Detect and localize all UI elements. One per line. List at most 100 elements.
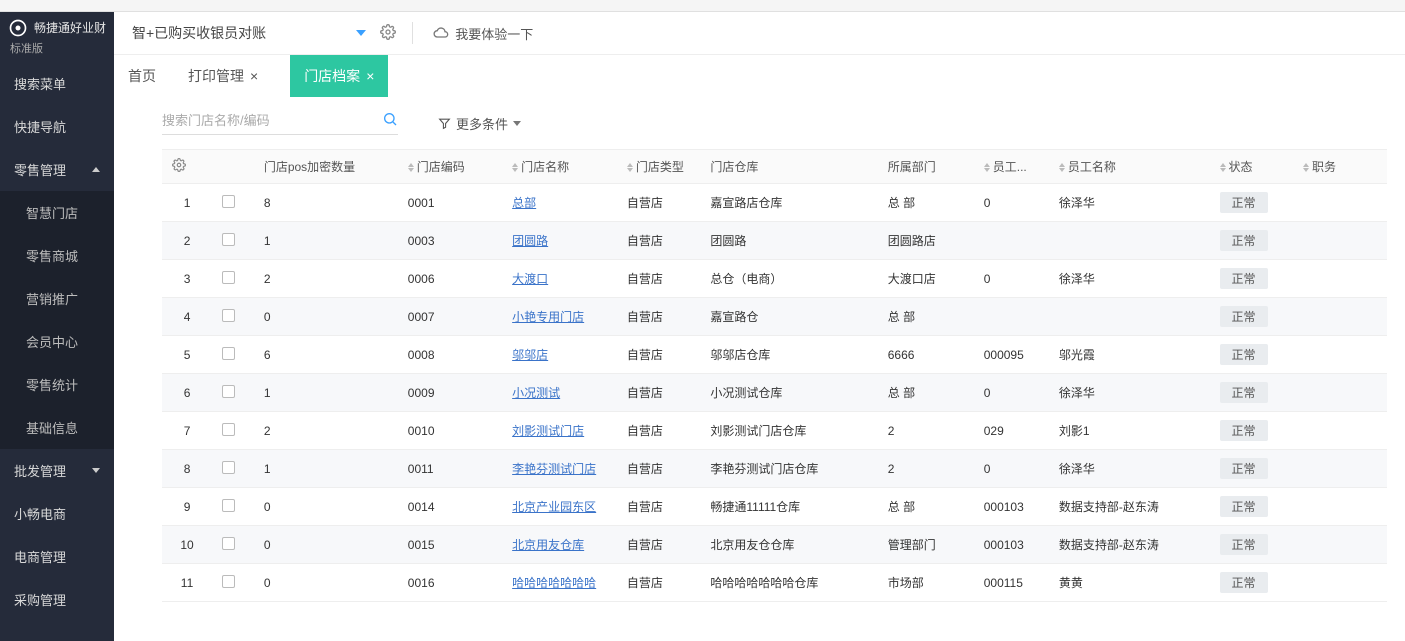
cell-status: 正常 [1210, 336, 1293, 374]
cell-dept: 管理部门 [878, 526, 974, 564]
cell [212, 222, 254, 260]
row-checkbox[interactable] [222, 271, 235, 284]
sidebar-item-label: 批发管理 [14, 461, 66, 480]
cell-type: 自营店 [617, 336, 700, 374]
row-checkbox[interactable] [222, 537, 235, 550]
store-name-link[interactable]: 小况测试 [512, 386, 560, 400]
store-name-link[interactable]: 刘影测试门店 [512, 424, 584, 438]
row-checkbox[interactable] [222, 461, 235, 474]
sidebar-item[interactable]: 零售统计 [0, 363, 114, 406]
sidebar-item[interactable]: 基础信息 [0, 406, 114, 449]
column-name[interactable]: 门店名称 [502, 150, 617, 184]
cell [212, 184, 254, 222]
cell-type: 自营店 [617, 260, 700, 298]
cell-dept: 总 部 [878, 298, 974, 336]
row-checkbox[interactable] [222, 347, 235, 360]
search-icon[interactable] [382, 111, 398, 130]
sidebar-item[interactable]: 快捷导航 [0, 105, 114, 148]
search-input[interactable] [162, 113, 362, 128]
cell [212, 526, 254, 564]
cell-warehouse: 北京用友仓仓库 [700, 526, 877, 564]
table-row: 320006大渡口自营店总仓（电商）大渡口店0徐泽华正常 [162, 260, 1387, 298]
column-type[interactable]: 门店类型 [617, 150, 700, 184]
table-row: 1000015北京用友仓库自营店北京用友仓仓库管理部门000103数据支持部-赵… [162, 526, 1387, 564]
row-checkbox[interactable] [222, 385, 235, 398]
column-status[interactable]: 状态 [1210, 150, 1293, 184]
more-filter-label: 更多条件 [456, 114, 508, 133]
column-warehouse[interactable]: 门店仓库 [700, 150, 877, 184]
cell-warehouse: 总仓（电商） [700, 260, 877, 298]
sidebar-item[interactable]: 搜索菜单 [0, 62, 114, 105]
divider [412, 22, 413, 44]
column-code[interactable]: 门店编码 [398, 150, 502, 184]
brand-title: 畅捷通好业财 [34, 21, 106, 35]
column-empname[interactable]: 员工名称 [1049, 150, 1210, 184]
column-empcode[interactable]: 员工... [974, 150, 1049, 184]
brand-edition: 标准版 [0, 40, 114, 56]
tab[interactable]: 首页 [128, 55, 156, 97]
row-checkbox[interactable] [222, 233, 235, 246]
cell-code: 0010 [398, 412, 502, 450]
store-name-link[interactable]: 小艳专用门店 [512, 310, 584, 324]
row-checkbox[interactable] [222, 195, 235, 208]
cell-name: 团圆路 [502, 222, 617, 260]
store-name-link[interactable]: 哈哈哈哈哈哈哈 [512, 576, 596, 590]
sidebar-item[interactable]: 零售商城 [0, 234, 114, 277]
cell-code: 0003 [398, 222, 502, 260]
purchase-block[interactable]: 智+已购买收银员对账 [132, 23, 366, 43]
experience-button[interactable]: 我要体验一下 [433, 24, 533, 43]
cell-empname: 徐泽华 [1049, 374, 1210, 412]
tab[interactable]: 打印管理 × [188, 55, 258, 97]
sidebar-item-label: 采购管理 [14, 590, 66, 609]
cell-name: 大渡口 [502, 260, 617, 298]
store-name-link[interactable]: 北京用友仓库 [512, 538, 584, 552]
row-checkbox[interactable] [222, 575, 235, 588]
sidebar-item[interactable]: 智慧门店 [0, 191, 114, 234]
cell-dept: 总 部 [878, 184, 974, 222]
cell-pos: 1 [254, 374, 398, 412]
brand: 畅捷通好业财 [0, 12, 114, 38]
store-name-link[interactable]: 北京产业园东区 [512, 500, 596, 514]
tab[interactable]: 门店档案 × [290, 55, 388, 97]
sidebar-item[interactable]: 批发管理 [0, 449, 114, 492]
cell-empcode: 0 [974, 374, 1049, 412]
cell-status: 正常 [1210, 488, 1293, 526]
cell-type: 自营店 [617, 488, 700, 526]
sidebar-item[interactable]: 电商管理 [0, 535, 114, 578]
close-icon[interactable]: × [250, 68, 258, 84]
cell-pos: 8 [254, 184, 398, 222]
cell-type: 自营店 [617, 450, 700, 488]
sidebar: 畅捷通好业财 标准版 搜索菜单快捷导航零售管理智慧门店零售商城营销推广会员中心零… [0, 12, 114, 641]
row-checkbox[interactable] [222, 309, 235, 322]
column-dept[interactable]: 所属部门 [878, 150, 974, 184]
gear-icon[interactable] [380, 24, 396, 43]
store-name-link[interactable]: 李艳芬测试门店 [512, 462, 596, 476]
sidebar-item[interactable]: 营销推广 [0, 277, 114, 320]
tab-label: 打印管理 [188, 66, 244, 86]
column-gear[interactable] [162, 150, 212, 184]
store-name-link[interactable]: 团圆路 [512, 234, 548, 248]
cell-warehouse: 刘影测试门店仓库 [700, 412, 877, 450]
sidebar-item[interactable]: 会员中心 [0, 320, 114, 363]
table-row: 720010刘影测试门店自营店刘影测试门店仓库2029刘影1正常 [162, 412, 1387, 450]
cell-status: 正常 [1210, 526, 1293, 564]
row-checkbox[interactable] [222, 499, 235, 512]
store-name-link[interactable]: 总部 [512, 196, 536, 210]
sidebar-item[interactable]: 采购管理 [0, 578, 114, 621]
cell-code: 0015 [398, 526, 502, 564]
cell-empcode: 000095 [974, 336, 1049, 374]
status-badge: 正常 [1220, 344, 1268, 365]
store-name-link[interactable]: 大渡口 [512, 272, 548, 286]
sidebar-item[interactable]: 小畅电商 [0, 492, 114, 535]
sidebar-item[interactable]: 零售管理 [0, 148, 114, 191]
cell-empname: 黄黄 [1049, 564, 1210, 602]
column-pos[interactable]: 门店pos加密数量 [254, 150, 398, 184]
browser-bar [0, 0, 1405, 12]
triangle-down-icon [92, 468, 100, 473]
row-checkbox[interactable] [222, 423, 235, 436]
more-filter-button[interactable]: 更多条件 [438, 114, 521, 133]
close-icon[interactable]: × [366, 68, 374, 84]
column-job[interactable]: 职务 [1293, 150, 1387, 184]
tab-label: 门店档案 [304, 66, 360, 86]
store-name-link[interactable]: 邬邬店 [512, 348, 548, 362]
